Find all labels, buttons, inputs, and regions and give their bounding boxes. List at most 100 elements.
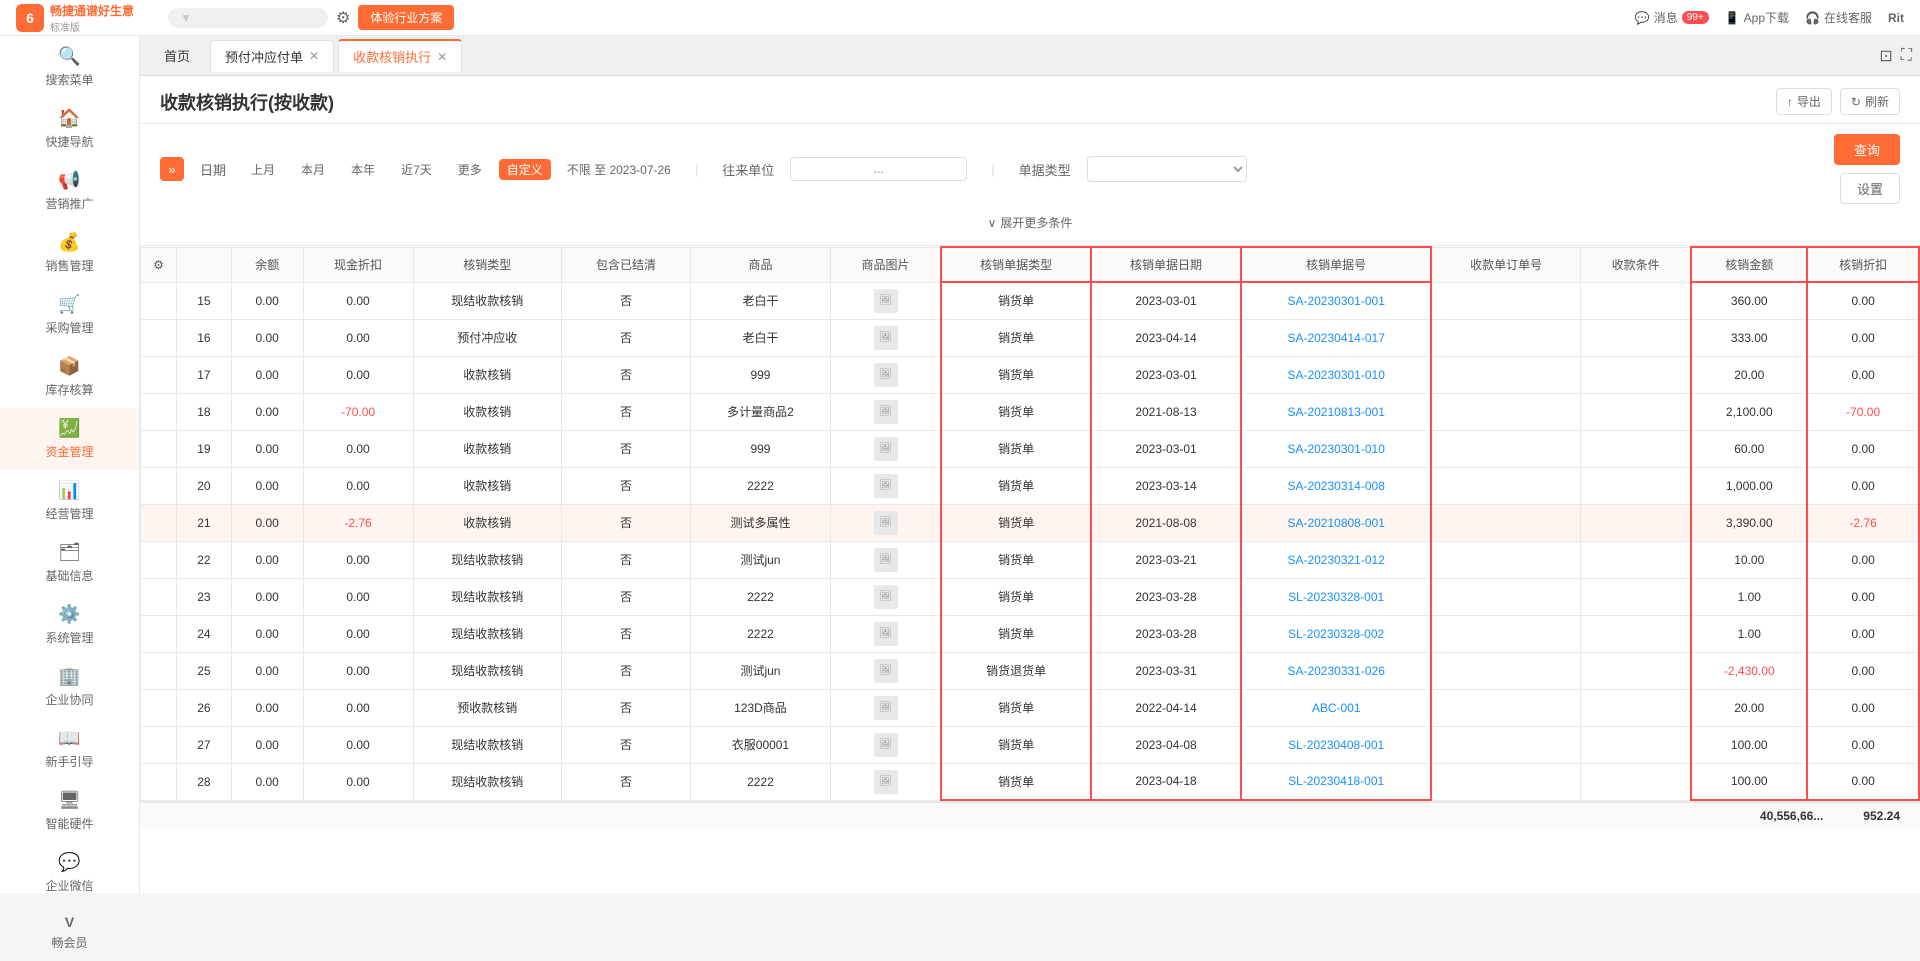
bill-no-link[interactable]: SL-20230418-001: [1288, 774, 1384, 788]
td-receipt-order-no: [1431, 504, 1580, 541]
sidebar-item-funds[interactable]: 💹 资金管理: [0, 408, 139, 470]
user-name[interactable]: Rit: [1888, 11, 1904, 25]
query-button[interactable]: 查询: [1834, 134, 1900, 165]
td-writeoff-amount: 100.00: [1691, 726, 1807, 763]
sidebar-item-shortcut[interactable]: 🏠 快捷导航: [0, 98, 139, 160]
page-actions: ↑ 导出 ↻ 刷新: [1776, 88, 1900, 115]
sidebar-item-search[interactable]: 🔍 搜索菜单: [0, 36, 139, 98]
expand-more-btn[interactable]: ∨ 展开更多条件: [160, 210, 1900, 235]
sidebar-item-label: 基础信息: [45, 567, 93, 584]
td-goods: 测试jun: [691, 541, 831, 578]
export-button[interactable]: ↑ 导出: [1776, 88, 1832, 115]
online-service-btn[interactable]: 🎧 在线客服: [1805, 9, 1872, 26]
sidebar-item-inventory[interactable]: 📦 库存核算: [0, 346, 139, 408]
td-receipt-order-no: [1431, 393, 1580, 430]
sidebar-item-enterprise[interactable]: 🏢 企业协同: [0, 656, 139, 718]
home-icon: 🏠: [58, 108, 80, 129]
td-bill-date: 2022-04-14: [1091, 689, 1241, 726]
sidebar: 🔍 搜索菜单 🏠 快捷导航 📢 营销推广 💰 销售管理 🛒 采购管理 📦 库存核…: [0, 36, 140, 893]
last-7days-btn[interactable]: 近7天: [392, 158, 441, 181]
sidebar-item-system[interactable]: ⚙️ 系统管理: [0, 594, 139, 656]
td-cash-discount: -70.00: [303, 393, 413, 430]
table-row: 15 0.00 0.00 现结收款核销 否 老白干 🖼 销货单 2023-03-…: [141, 282, 1920, 319]
sidebar-item-operations[interactable]: 📊 经营管理: [0, 470, 139, 532]
app-download-btn[interactable]: 📱 App下载: [1725, 9, 1789, 26]
bill-type-select[interactable]: [1087, 156, 1247, 182]
td-row-num: 27: [177, 726, 232, 763]
from-unit-input[interactable]: [790, 157, 967, 181]
notification-btn[interactable]: 💬 消息 99+: [1635, 9, 1709, 26]
last-month-btn[interactable]: 上月: [242, 158, 284, 181]
td-bill-date: 2023-03-28: [1091, 615, 1241, 652]
sidebar-item-purchase[interactable]: 🛒 采购管理: [0, 284, 139, 346]
td-goods-image: 🖼: [830, 393, 941, 430]
tab-maximize-btn[interactable]: ⛶: [1901, 46, 1912, 66]
footer-amount: 40,556,66...: [1760, 809, 1823, 823]
td-row-num: 18: [177, 393, 232, 430]
bill-no-link[interactable]: SL-20230408-001: [1288, 738, 1384, 752]
sidebar-item-hardware[interactable]: 🖥 智能硬件: [0, 780, 139, 842]
td-goods: 123D商品: [691, 689, 831, 726]
th-settings[interactable]: ⚙: [141, 247, 177, 282]
td-settings: [141, 652, 177, 689]
logo-icon: 6: [16, 4, 44, 32]
divider1: |: [695, 162, 698, 177]
custom-date-btn[interactable]: 自定义: [499, 159, 551, 180]
bill-no-link[interactable]: SL-20230328-001: [1288, 590, 1384, 604]
bill-no-link[interactable]: SA-20210813-001: [1287, 405, 1384, 419]
divider2: |: [991, 162, 994, 177]
sidebar-item-label: 销售管理: [45, 257, 93, 274]
top-bar-search: ▼: [168, 8, 328, 28]
td-include-settled: 否: [561, 689, 690, 726]
td-include-settled: 否: [561, 578, 690, 615]
td-bill-type: 销货单: [941, 430, 1091, 467]
sidebar-item-sales[interactable]: 💰 销售管理: [0, 222, 139, 284]
bill-no-link[interactable]: SL-20230328-002: [1288, 627, 1384, 641]
bill-no-link[interactable]: SA-20230414-017: [1287, 331, 1384, 345]
refresh-button[interactable]: ↻ 刷新: [1840, 88, 1900, 115]
tab-home[interactable]: 首页: [148, 40, 206, 71]
td-bill-no: SA-20230331-026: [1241, 652, 1431, 689]
tab-receipt[interactable]: 收款核销执行 ✕: [338, 39, 462, 72]
td-settings: [141, 763, 177, 800]
td-cash-discount: 0.00: [303, 652, 413, 689]
sidebar-item-marketing[interactable]: 📢 营销推广: [0, 160, 139, 222]
td-writeoff-discount: 0.00: [1807, 430, 1919, 467]
sidebar-item-label: 资金管理: [45, 443, 93, 460]
td-balance: 0.00: [231, 726, 303, 763]
bill-no-link[interactable]: SA-20230301-010: [1287, 442, 1384, 456]
date-range-text: 不限 至 2023-07-26: [567, 161, 671, 178]
sidebar-item-wechat[interactable]: 💬 企业微信: [0, 842, 139, 904]
tab-close-prepay[interactable]: ✕: [309, 49, 319, 63]
bill-no-link[interactable]: SA-20230314-008: [1287, 479, 1384, 493]
td-goods-image: 🖼: [830, 430, 941, 467]
page-header: 收款核销执行(按收款) ↑ 导出 ↻ 刷新: [140, 76, 1920, 124]
tab-close-receipt[interactable]: ✕: [437, 50, 447, 64]
settings-button[interactable]: 设置: [1840, 173, 1900, 204]
this-month-btn[interactable]: 本月: [292, 158, 334, 181]
td-bill-date: 2023-04-14: [1091, 319, 1241, 356]
bill-no-link[interactable]: ABC-001: [1312, 701, 1361, 715]
gear-icon[interactable]: ⚙: [336, 8, 350, 28]
td-balance: 0.00: [231, 689, 303, 726]
tab-restore-btn[interactable]: ⊡: [1879, 46, 1892, 66]
td-bill-no: SL-20230418-001: [1241, 763, 1431, 800]
filter-arrow-btn[interactable]: »: [160, 157, 184, 181]
bill-no-link[interactable]: SA-20230301-010: [1287, 368, 1384, 382]
sidebar-item-basic[interactable]: 🗂 基础信息: [0, 532, 139, 594]
td-writeoff-discount: -2.76: [1807, 504, 1919, 541]
sidebar-item-vip[interactable]: V 畅会员: [0, 904, 139, 961]
td-include-settled: 否: [561, 763, 690, 800]
this-year-btn[interactable]: 本年: [342, 158, 384, 181]
sidebar-item-guide[interactable]: 📖 新手引导: [0, 718, 139, 780]
trial-button[interactable]: 体验行业方案: [358, 5, 454, 30]
table-row: 22 0.00 0.00 现结收款核销 否 测试jun 🖼 销货单 2023-0…: [141, 541, 1920, 578]
td-bill-no: SA-20210813-001: [1241, 393, 1431, 430]
bill-no-link[interactable]: SA-20210808-001: [1287, 516, 1384, 530]
bill-no-link[interactable]: SA-20230301-001: [1287, 294, 1384, 308]
more-date-btn[interactable]: 更多: [449, 158, 491, 181]
bill-no-link[interactable]: SA-20230321-012: [1287, 553, 1384, 567]
tab-prepay[interactable]: 预付冲应付单 ✕: [210, 40, 334, 72]
sidebar-item-label: 畅会员: [51, 934, 87, 951]
bill-no-link[interactable]: SA-20230331-026: [1287, 664, 1384, 678]
